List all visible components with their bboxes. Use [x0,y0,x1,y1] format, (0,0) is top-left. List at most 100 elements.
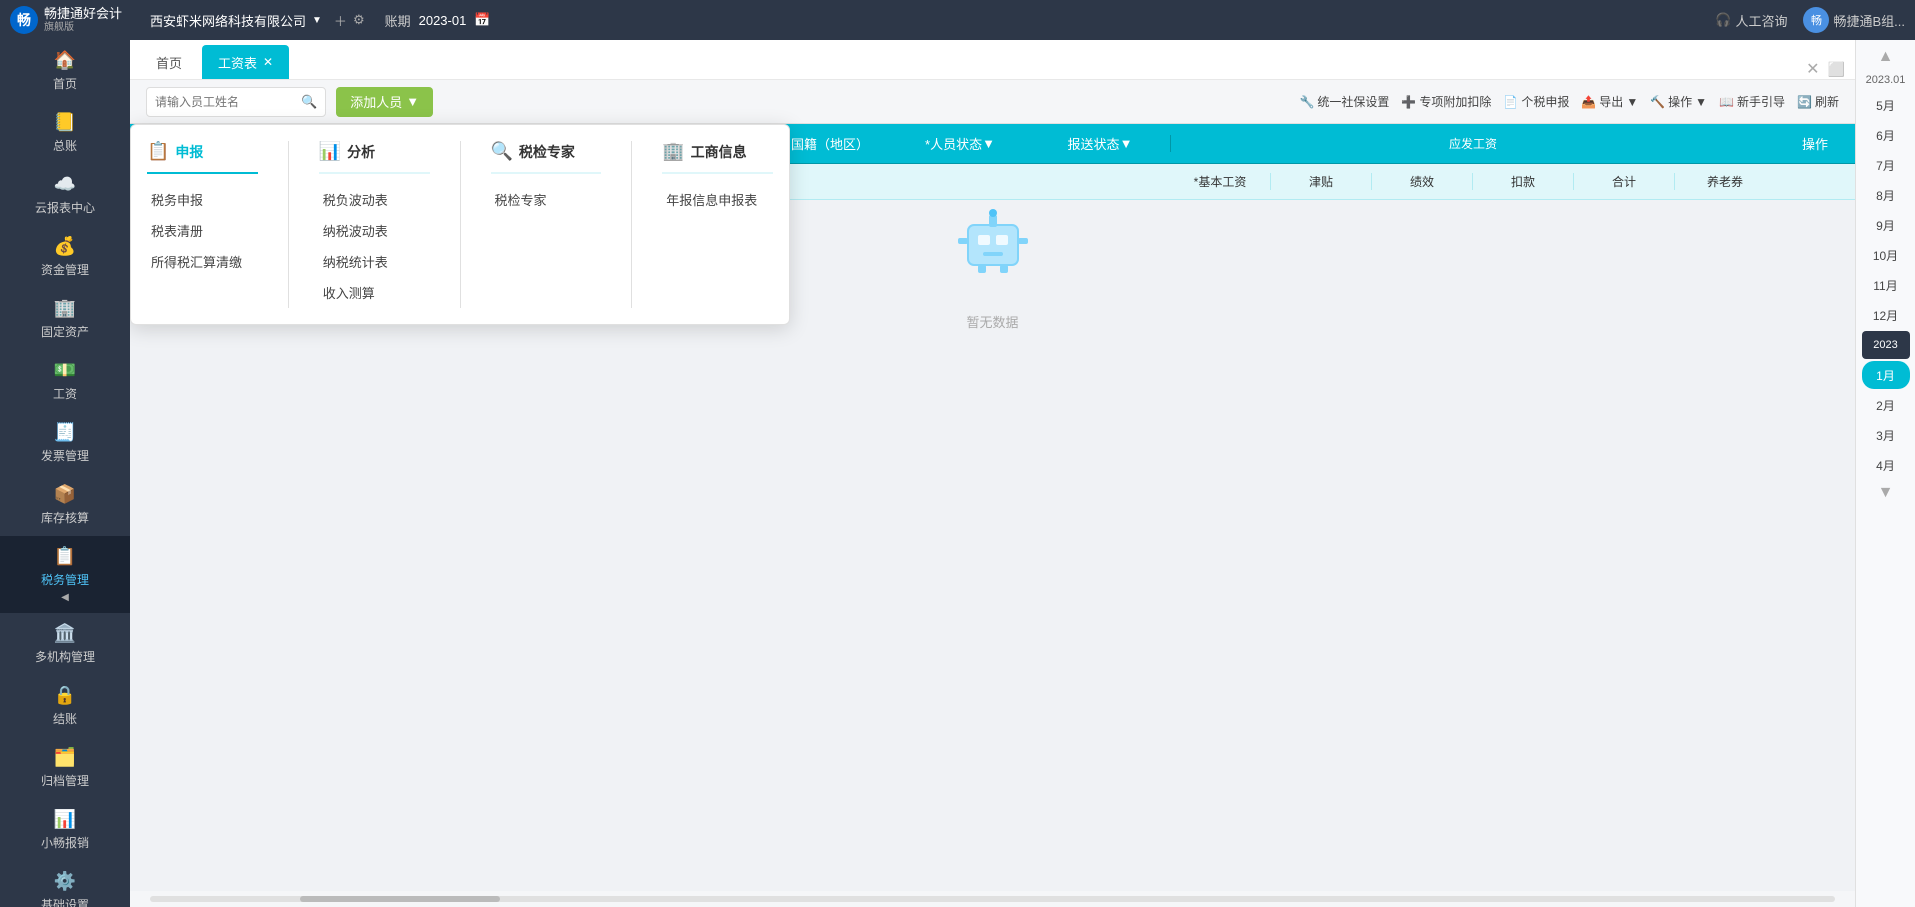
user-menu[interactable]: 畅 畅捷通B组... [1803,7,1905,33]
cal-prev-7[interactable]: 7月 [1862,151,1910,179]
sidebar-item-close[interactable]: 🔒 结账 [0,675,130,737]
cal-prev-5[interactable]: 5月 [1862,91,1910,119]
popup-item-tax-declare[interactable]: 税务申报 [147,184,258,215]
cal-month-4[interactable]: 4月 [1862,451,1910,479]
refresh-button[interactable]: 🔄 刷新 [1797,93,1839,110]
scrollbar-thumb[interactable] [300,896,500,902]
add-company-icon[interactable]: ＋ [334,11,347,30]
popup-item-tax-calc[interactable]: 所得税汇算清缴 [147,246,258,277]
sidebar-item-report[interactable]: 📊 小畅报销 [0,799,130,861]
cal-month-2[interactable]: 2月 [1862,391,1910,419]
sidebar-item-basic[interactable]: ⚙️ 基础设置 [0,861,130,907]
invoice-icon: 🧾 [54,422,76,443]
th-allowance: 津贴 [1271,173,1372,190]
tax-icon: 📋 [54,546,76,567]
operate-arrow-icon: ▼ [1695,95,1707,109]
th-total: 合计 [1574,173,1675,190]
popup-section-expert: 🔍 税检专家 税检专家 [491,141,602,308]
popup-item-tax-table[interactable]: 税表清册 [147,215,258,246]
popup-item-tax-stat[interactable]: 纳税统计表 [319,246,430,277]
operate-button[interactable]: 🔨 操作 ▼ [1650,93,1707,110]
guide-btn-icon: 📖 [1719,95,1734,109]
cal-prev-11[interactable]: 11月 [1862,271,1910,299]
special-icon: ➕ [1401,95,1416,109]
settings-icon[interactable]: ⚙ [353,12,365,28]
sidebar: 🏠 首页 📒 总账 ☁️ 云报表中心 💰 资金管理 🏢 固定资产 💵 工资 🧾 … [0,40,130,907]
search-input[interactable] [155,95,295,109]
salary-icon: 💵 [54,360,76,381]
export-button[interactable]: 📤 导出 ▼ [1581,93,1638,110]
sidebar-item-multi[interactable]: 🏛️ 多机构管理 [0,613,130,675]
popup-header-declare: 📋 申报 [147,141,258,174]
sidebar-item-asset[interactable]: 🏢 固定资产 [0,288,130,350]
sidebar-item-invoice[interactable]: 🧾 发票管理 [0,412,130,474]
tax-return-icon: 📄 [1503,95,1518,109]
period-selector[interactable]: 账期 2023-01 📅 [385,11,491,30]
cal-prev-12[interactable]: 12月 [1862,301,1910,329]
scrollbar-area [130,891,1855,907]
cal-nav-up[interactable]: ▲ [1874,44,1898,70]
fund-icon: 💰 [54,236,76,257]
th-base-salary: *基本工资 [1170,173,1271,190]
calendar-icon[interactable]: 📅 [474,12,490,28]
empty-text: 暂无数据 [966,312,1018,331]
report-status-filter-icon[interactable]: ▼ [1120,136,1133,151]
tab-home[interactable]: 首页 [140,45,198,79]
company-dropdown-icon: ▼ [312,15,322,26]
th-person-status: *人员状态 ▼ [890,134,1030,153]
tax-return-button[interactable]: 📄 个税申报 [1503,93,1569,110]
popup-header-analysis: 📊 分析 [319,141,430,174]
search-icon: 🔍 [301,94,317,110]
tab-salary-table[interactable]: 工资表 ✕ [202,45,289,79]
add-person-button[interactable]: 添加人员 ▼ [336,87,433,117]
cal-prev-8[interactable]: 8月 [1862,181,1910,209]
dropdown-arrow-icon: ▼ [406,94,419,109]
popup-section-declare: 📋 申报 税务申报 税表清册 所得税汇算清缴 [147,141,258,308]
cal-month-1[interactable]: 1月 [1862,361,1910,389]
cal-month-3[interactable]: 3月 [1862,421,1910,449]
toolbar-actions: 🔧 统一社保设置 ➕ 专项附加扣除 📄 个税申报 📤 导出 ▼ 🔨 [1299,93,1839,110]
logo-text: 畅捷通好会计 旗舰版 [44,6,122,34]
guide-button[interactable]: 📖 新手引导 [1719,93,1785,110]
person-status-filter-icon[interactable]: ▼ [982,136,995,151]
popup-section-bizinfo: 🏢 工商信息 年报信息申报表 [662,141,773,308]
empty-icon [953,200,1033,296]
popup-item-tax-payment[interactable]: 纳税波动表 [319,215,430,246]
sidebar-item-archive[interactable]: 🗂️ 归档管理 [0,737,130,799]
th-deduct: 扣款 [1473,173,1574,190]
refresh-icon: 🔄 [1797,95,1812,109]
sidebar-item-home[interactable]: 🏠 首页 [0,40,130,102]
scrollbar-track[interactable] [150,896,1835,902]
company-selector[interactable]: 西安虾米网络科技有限公司 ▼ ＋ ⚙ [150,11,365,30]
sidebar-item-ledger[interactable]: 📒 总账 [0,102,130,164]
sidebar-item-cloud[interactable]: ☁️ 云报表中心 [0,164,130,226]
content-area: 首页 工资表 ✕ ✕ ⬜ 🔍 添加人员 ▼ 🔧 [130,40,1855,907]
maximize-icon[interactable]: ⬜ [1828,61,1845,78]
declare-icon: 📋 [147,141,169,162]
service-button[interactable]: 🎧 人工咨询 [1715,11,1787,30]
cal-prev-9[interactable]: 9月 [1862,211,1910,239]
popup-item-income-calc[interactable]: 收入测算 [319,277,430,308]
logo: 畅 畅捷通好会计 旗舰版 [10,6,140,34]
popup-item-annual-report[interactable]: 年报信息申报表 [662,184,773,215]
sidebar-item-fund[interactable]: 💰 资金管理 [0,226,130,288]
cal-nav-down[interactable]: ▼ [1874,480,1898,506]
headset-icon: 🎧 [1715,12,1731,28]
sidebar-item-inventory[interactable]: 📦 库存核算 [0,474,130,536]
ledger-icon: 📒 [54,112,76,133]
popup-item-tax-burden[interactable]: 税负波动表 [319,184,430,215]
export-icon: 📤 [1581,95,1596,109]
tab-close-icon[interactable]: ✕ [263,55,273,69]
cal-prev-6[interactable]: 6月 [1862,121,1910,149]
close-period-icon: 🔒 [54,685,76,706]
social-icon: 🔧 [1299,95,1314,109]
sidebar-item-tax[interactable]: 📋 税务管理 ◀ [0,536,130,613]
special-deduction-button[interactable]: ➕ 专项附加扣除 [1401,93,1491,110]
report-icon: 📊 [54,809,76,830]
sidebar-item-salary[interactable]: 💵 工资 [0,350,130,412]
cal-prev-10[interactable]: 10月 [1862,241,1910,269]
close-window-icon[interactable]: ✕ [1806,59,1819,79]
tax-management-popup: 📋 申报 税务申报 税表清册 所得税汇算清缴 📊 分析 税负波动表 纳税波动表 … [130,124,790,325]
popup-item-tax-expert[interactable]: 税检专家 [491,184,602,215]
social-insurance-button[interactable]: 🔧 统一社保设置 [1299,93,1389,110]
